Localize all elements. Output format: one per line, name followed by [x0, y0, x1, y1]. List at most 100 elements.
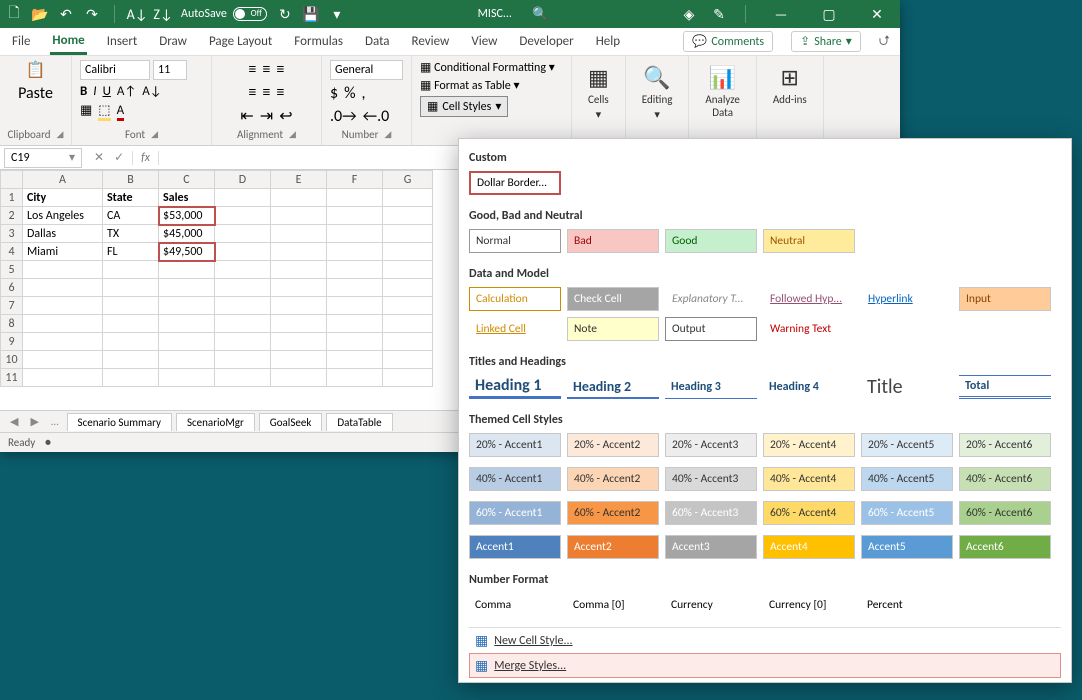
wrap-text-icon[interactable]: ↩: [279, 106, 292, 126]
style-swatch[interactable]: Heading 2: [567, 375, 659, 399]
underline-button[interactable]: U: [103, 84, 111, 99]
align-left-icon[interactable]: ≡: [249, 83, 257, 102]
redo-icon[interactable]: ↷: [84, 6, 100, 22]
style-swatch[interactable]: Bad: [567, 229, 659, 253]
tab-review[interactable]: Review: [410, 28, 452, 55]
diamond-icon[interactable]: ◈: [681, 6, 697, 22]
style-swatch[interactable]: Explanatory T...: [665, 287, 757, 311]
style-swatch[interactable]: Note: [567, 317, 659, 341]
align-bot-icon[interactable]: ≡: [276, 60, 284, 79]
cancel-formula-icon[interactable]: ✕: [94, 150, 104, 165]
align-right-icon[interactable]: ≡: [276, 83, 284, 102]
comments-button[interactable]: 💬 Comments: [683, 31, 773, 52]
style-swatch[interactable]: 20% - Accent1: [469, 433, 561, 457]
style-swatch[interactable]: Calculation: [469, 287, 561, 311]
tab-pagelayout[interactable]: Page Layout: [207, 28, 274, 55]
cell-styles-button[interactable]: ▦ Cell Styles ▾: [420, 96, 508, 117]
style-swatch[interactable]: Percent: [861, 593, 953, 617]
style-swatch[interactable]: 60% - Accent4: [763, 501, 855, 525]
bold-button[interactable]: B: [80, 84, 87, 99]
style-swatch[interactable]: Accent1: [469, 535, 561, 559]
style-swatch[interactable]: 40% - Accent5: [861, 467, 953, 491]
currency-icon[interactable]: $: [330, 84, 338, 103]
style-swatch[interactable]: 20% - Accent6: [959, 433, 1051, 457]
tab-developer[interactable]: Developer: [517, 28, 575, 55]
style-swatch[interactable]: Heading 3: [665, 375, 757, 399]
style-swatch[interactable]: 20% - Accent3: [665, 433, 757, 457]
style-swatch[interactable]: Accent2: [567, 535, 659, 559]
col-header[interactable]: D: [215, 171, 271, 189]
style-swatch[interactable]: Total: [959, 375, 1051, 399]
alignment-dialog-icon[interactable]: ◢: [289, 129, 296, 140]
style-swatch[interactable]: Output: [665, 317, 757, 341]
number-format-select[interactable]: [330, 60, 403, 80]
style-swatch[interactable]: 20% - Accent5: [861, 433, 953, 457]
style-swatch[interactable]: Comma [0]: [567, 593, 659, 617]
style-swatch[interactable]: Accent5: [861, 535, 953, 559]
format-as-table-button[interactable]: ▦ Format as Table ▾: [420, 78, 519, 93]
style-swatch[interactable]: Check Cell: [567, 287, 659, 311]
style-swatch[interactable]: Accent6: [959, 535, 1051, 559]
font-color-icon[interactable]: A: [117, 103, 125, 121]
increase-decimal-icon[interactable]: .0→: [330, 107, 357, 126]
align-center-icon[interactable]: ≡: [263, 83, 271, 102]
col-header[interactable]: F: [327, 171, 383, 189]
italic-button[interactable]: I: [93, 84, 96, 99]
minimize-button[interactable]: —: [764, 6, 798, 23]
style-swatch[interactable]: Accent3: [665, 535, 757, 559]
font-dialog-icon[interactable]: ◢: [151, 129, 158, 140]
style-swatch[interactable]: Followed Hyp...: [763, 287, 855, 311]
conditional-formatting-button[interactable]: ▦ Conditional Formatting ▾: [420, 60, 555, 75]
style-swatch-custom[interactable]: Dollar Border...: [469, 171, 561, 195]
style-swatch[interactable]: 60% - Accent5: [861, 501, 953, 525]
sheet-tab[interactable]: ScenarioMgr: [176, 413, 255, 431]
style-swatch[interactable]: 60% - Accent1: [469, 501, 561, 525]
new-icon[interactable]: 🗋: [6, 6, 22, 22]
col-header[interactable]: G: [383, 171, 433, 189]
analyze-data-button[interactable]: 📊Analyze Data: [697, 60, 747, 123]
close-button[interactable]: ✕: [860, 6, 894, 23]
tab-draw[interactable]: Draw: [157, 28, 189, 55]
style-swatch[interactable]: Warning Text: [763, 317, 855, 341]
name-box[interactable]: C19▾: [4, 148, 82, 168]
collapse-ribbon-icon[interactable]: ⮍: [879, 30, 890, 54]
enter-formula-icon[interactable]: ✓: [114, 150, 124, 165]
style-swatch[interactable]: 60% - Accent2: [567, 501, 659, 525]
col-header[interactable]: E: [271, 171, 327, 189]
sheet-nav-prev-icon[interactable]: ◀: [6, 415, 22, 428]
style-swatch[interactable]: 60% - Accent6: [959, 501, 1051, 525]
fill-color-icon[interactable]: ⬚: [98, 103, 110, 121]
style-swatch[interactable]: 20% - Accent4: [763, 433, 855, 457]
sort-asc-icon[interactable]: A↓: [129, 6, 145, 22]
sheet-tab[interactable]: Scenario Summary: [67, 413, 172, 431]
align-top-icon[interactable]: ≡: [249, 60, 257, 79]
style-swatch[interactable]: Input: [959, 287, 1051, 311]
decrease-font-icon[interactable]: A↓: [142, 84, 161, 99]
style-swatch[interactable]: 40% - Accent4: [763, 467, 855, 491]
style-swatch[interactable]: Comma: [469, 593, 561, 617]
number-dialog-icon[interactable]: ◢: [384, 129, 391, 140]
font-size-select[interactable]: [153, 60, 187, 80]
sort-desc-icon[interactable]: Z↓: [155, 6, 171, 22]
col-header[interactable]: B: [103, 171, 159, 189]
save-icon[interactable]: 💾: [303, 6, 319, 22]
paste-icon[interactable]: 📋: [26, 60, 46, 80]
search-icon[interactable]: 🔍: [532, 7, 548, 22]
open-icon[interactable]: 📂: [32, 6, 48, 22]
percent-icon[interactable]: %: [344, 84, 355, 103]
tab-help[interactable]: Help: [594, 28, 622, 55]
style-swatch[interactable]: Good: [665, 229, 757, 253]
record-macro-icon[interactable]: ⏺: [45, 436, 51, 450]
cells-button[interactable]: ▦Cells▾: [580, 60, 617, 125]
qat-more-icon[interactable]: ▾: [329, 6, 345, 22]
decrease-decimal-icon[interactable]: ←.0: [363, 107, 390, 126]
col-header[interactable]: A: [23, 171, 103, 189]
style-swatch[interactable]: 60% - Accent3: [665, 501, 757, 525]
style-swatch[interactable]: Heading 4: [763, 375, 855, 399]
tab-formulas[interactable]: Formulas: [292, 28, 345, 55]
sheet-nav-more-icon[interactable]: …: [47, 415, 63, 428]
style-swatch[interactable]: Normal: [469, 229, 561, 253]
col-header[interactable]: C: [159, 171, 215, 189]
comma-icon[interactable]: ,: [362, 84, 366, 103]
sync-icon[interactable]: ↻: [277, 6, 293, 22]
